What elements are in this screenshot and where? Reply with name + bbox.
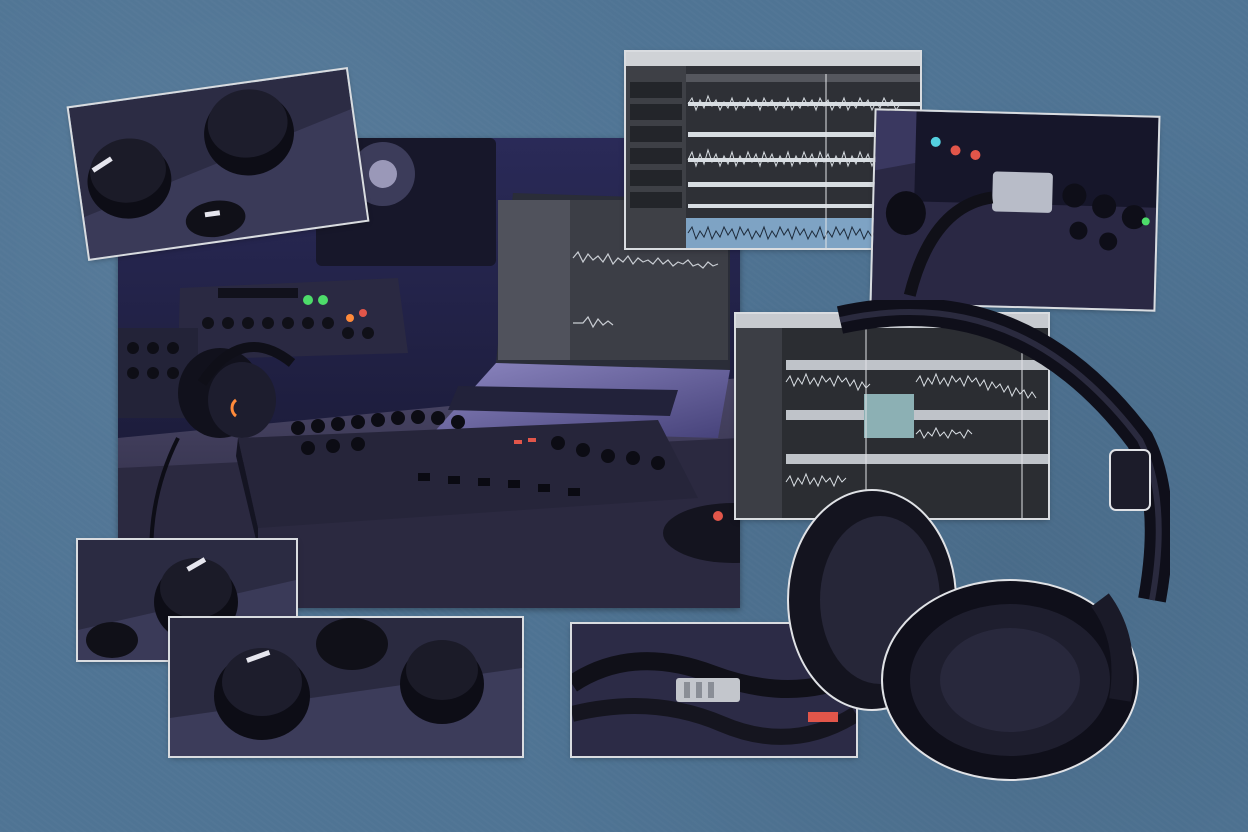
synth-unit xyxy=(178,278,408,360)
cable-icon xyxy=(992,171,1053,213)
knob-closeup-bottom xyxy=(168,616,524,758)
headphones-icon xyxy=(780,300,1170,790)
audio-interface-closeup xyxy=(869,108,1161,312)
